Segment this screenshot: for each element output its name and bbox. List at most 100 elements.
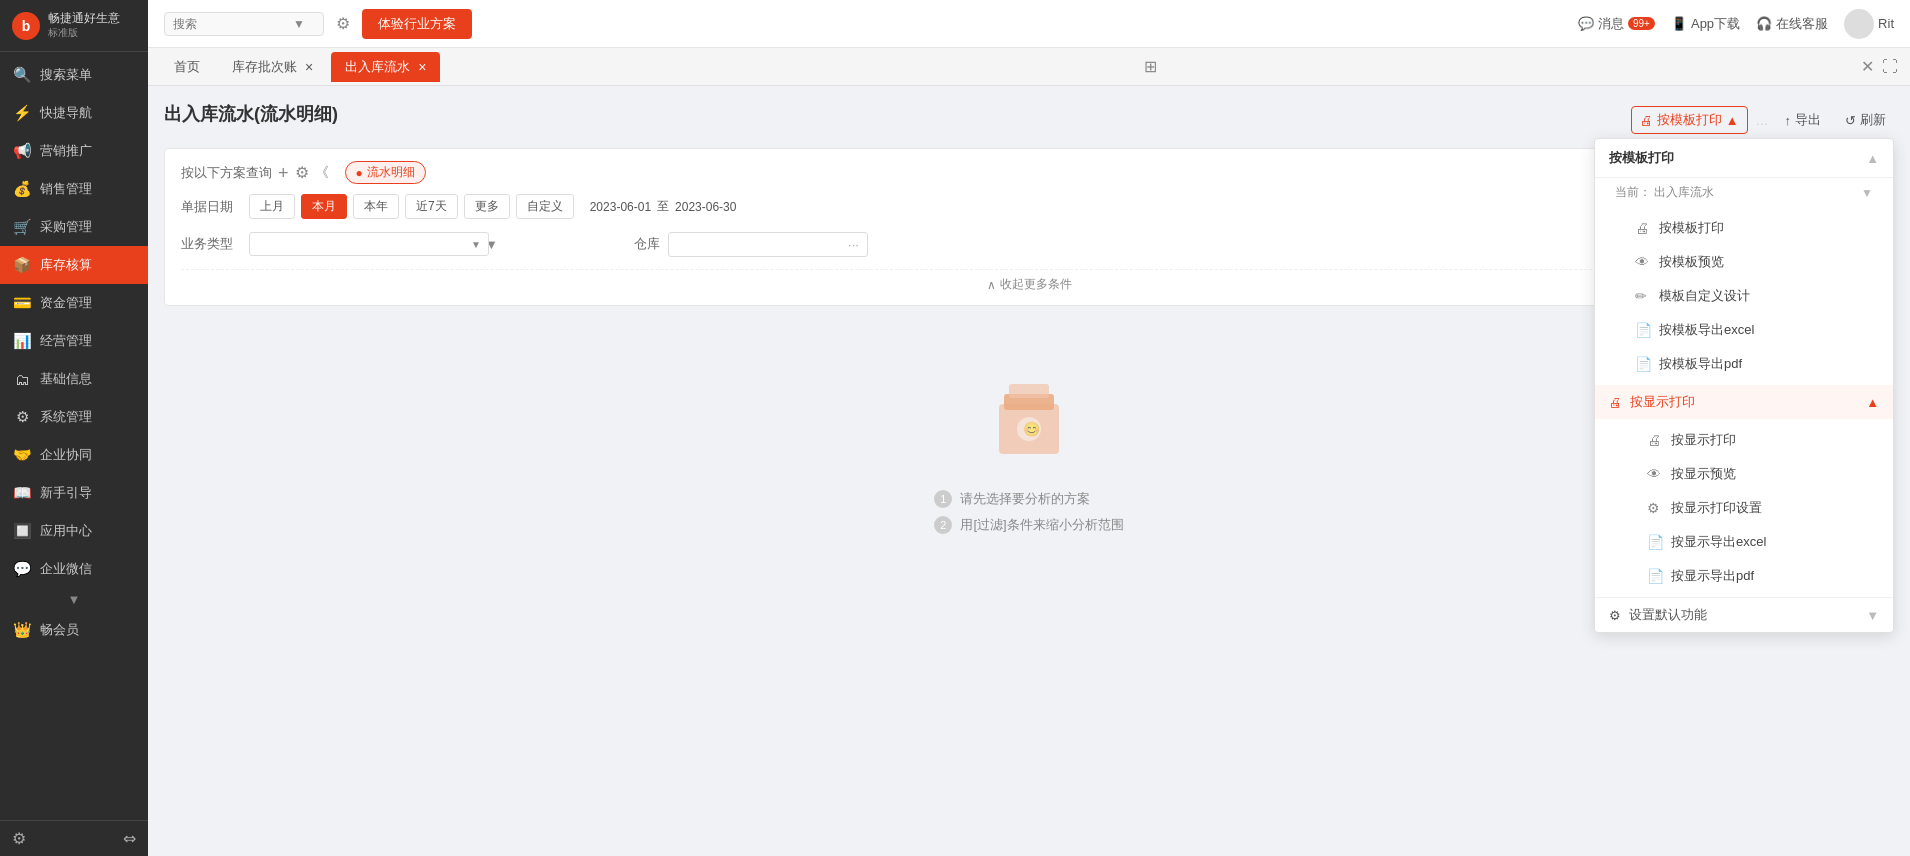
- biz-type-select[interactable]: [249, 232, 489, 256]
- sidebar-item-finance[interactable]: 💳 资金管理: [0, 284, 148, 322]
- finance-icon: 💳: [12, 294, 32, 312]
- filter-add-button[interactable]: +: [278, 164, 289, 182]
- dropdown-item-display-settings[interactable]: ⚙ 按显示打印设置: [1595, 491, 1893, 525]
- operation-icon: 📊: [12, 332, 32, 350]
- filter-setting-button[interactable]: ⚙: [295, 163, 309, 182]
- date-btn-custom[interactable]: 自定义: [516, 194, 574, 219]
- step-1-num: 1: [934, 490, 952, 508]
- sidebar-item-member[interactable]: 👑 畅会员: [0, 611, 148, 649]
- message-badge: 99+: [1628, 17, 1655, 30]
- current-dropdown-arrow[interactable]: ▼: [1861, 186, 1873, 200]
- warehouse-more-icon[interactable]: ···: [848, 237, 859, 252]
- topbar-left: ▼ ⚙ 体验行业方案: [164, 9, 472, 39]
- sidebar-item-quick-nav[interactable]: ⚡ 快捷导航: [0, 94, 148, 132]
- date-btn-this-year[interactable]: 本年: [353, 194, 399, 219]
- sidebar-item-inventory[interactable]: 📦 库存核算: [0, 246, 148, 284]
- print-template-button[interactable]: 🖨 按模板打印 ▲: [1631, 106, 1748, 134]
- date-btn-last-month[interactable]: 上月: [249, 194, 295, 219]
- message-item[interactable]: 💬 消息 99+: [1578, 15, 1655, 33]
- tab-batch-account[interactable]: 库存批次账 ×: [218, 52, 327, 82]
- sidebar-item-label: 库存核算: [40, 256, 92, 274]
- biz-type-label: 业务类型: [181, 235, 233, 253]
- dropdown-item-display-print[interactable]: 🖨 按显示打印: [1595, 423, 1893, 457]
- print-dropdown-arrow[interactable]: ▲: [1726, 113, 1739, 128]
- date-btn-more[interactable]: 更多: [464, 194, 510, 219]
- filter-tag-flow-detail[interactable]: ● 流水明细: [345, 161, 426, 184]
- search-input[interactable]: [173, 17, 293, 31]
- topbar-gear-icon[interactable]: ⚙: [336, 14, 350, 33]
- logo-icon: b: [12, 12, 40, 40]
- member-icon: 👑: [12, 621, 32, 639]
- solution-button[interactable]: 体验行业方案: [362, 9, 472, 39]
- toggle-sidebar-icon[interactable]: ⇔: [123, 829, 136, 848]
- tabbar-expand-icon[interactable]: ⊞: [1144, 57, 1157, 76]
- sidebar-logo: b 畅捷通好生意 标准版: [0, 0, 148, 52]
- tab-flow-close[interactable]: ×: [418, 59, 426, 75]
- template-excel-label: 按模板导出excel: [1659, 321, 1754, 339]
- sidebar-item-label: 搜索菜单: [40, 66, 92, 84]
- template-print-label: 按模板打印: [1659, 219, 1724, 237]
- dropdown-item-display-export-pdf[interactable]: 📄 按显示导出pdf: [1595, 559, 1893, 593]
- filter-scheme-label: 按以下方案查询: [181, 164, 272, 182]
- tab-batch-account-label: 库存批次账: [232, 58, 297, 76]
- online-service-item[interactable]: 🎧 在线客服: [1756, 15, 1828, 33]
- sidebar-item-enterprise[interactable]: 🤝 企业协同: [0, 436, 148, 474]
- display-preview-icon: 👁: [1647, 466, 1663, 482]
- template-pdf-icon: 📄: [1635, 356, 1651, 372]
- sidebar-item-guide[interactable]: 📖 新手引导: [0, 474, 148, 512]
- sidebar-item-system[interactable]: ⚙ 系统管理: [0, 398, 148, 436]
- sidebar-scroll-down[interactable]: ▼: [0, 588, 148, 611]
- dropdown-section-template: 🖨 按模板打印 👁 按模板预览 ✏ 模板自定义设计 📄 按模板导出excel 📄: [1595, 207, 1893, 385]
- date-to-value: 2023-06-30: [675, 200, 736, 214]
- avatar: [1844, 9, 1874, 39]
- dropdown-item-template-preview[interactable]: 👁 按模板预览: [1595, 245, 1893, 279]
- tab-expand-icon[interactable]: ⛶: [1882, 58, 1898, 76]
- app-download-item[interactable]: 📱 App下载: [1671, 15, 1740, 33]
- tab-close-all-icon[interactable]: ✕: [1861, 57, 1874, 76]
- date-btn-last-7-days[interactable]: 近7天: [405, 194, 458, 219]
- printer-icon: 🖨: [1640, 113, 1653, 128]
- group-collapse-arrow[interactable]: ▲: [1866, 395, 1879, 410]
- date-btn-this-month[interactable]: 本月: [301, 194, 347, 219]
- weixin-icon: 💬: [12, 560, 32, 578]
- search-dropdown-arrow[interactable]: ▼: [293, 17, 305, 31]
- display-settings-label: 按显示打印设置: [1671, 499, 1762, 517]
- sidebar-item-basic[interactable]: 🗂 基础信息: [0, 360, 148, 398]
- user-avatar-item[interactable]: Rit: [1844, 9, 1894, 39]
- tab-home[interactable]: 首页: [160, 52, 214, 82]
- date-input-range: 2023-06-01 至 2023-06-30: [590, 198, 737, 215]
- sidebar-item-app-center[interactable]: 🔲 应用中心: [0, 512, 148, 550]
- sidebar-item-label: 快捷导航: [40, 104, 92, 122]
- tab-flow[interactable]: 出入库流水 ×: [331, 52, 440, 82]
- template-excel-icon: 📄: [1635, 322, 1651, 338]
- tab-batch-account-close[interactable]: ×: [305, 59, 313, 75]
- dropdown-footer[interactable]: ⚙ 设置默认功能 ▼: [1595, 597, 1893, 632]
- dropdown-item-display-preview[interactable]: 👁 按显示预览: [1595, 457, 1893, 491]
- warehouse-input[interactable]: ···: [668, 232, 868, 257]
- refresh-button[interactable]: ↺ 刷新: [1837, 107, 1894, 133]
- sidebar-item-search[interactable]: 🔍 搜索菜单: [0, 56, 148, 94]
- dropdown-item-template-export-pdf[interactable]: 📄 按模板导出pdf: [1595, 347, 1893, 381]
- dropdown-collapse-arrow[interactable]: ▲: [1866, 151, 1879, 166]
- step-2-num: 2: [934, 516, 952, 534]
- toolbar-divider: …: [1756, 113, 1769, 128]
- dropdown-item-template-print[interactable]: 🖨 按模板打印: [1595, 211, 1893, 245]
- sidebar-item-operation[interactable]: 📊 经营管理: [0, 322, 148, 360]
- sidebar-item-sales[interactable]: 💰 销售管理: [0, 170, 148, 208]
- dropdown-item-display-export-excel[interactable]: 📄 按显示导出excel: [1595, 525, 1893, 559]
- app-name: 畅捷通好生意: [48, 11, 120, 27]
- print-template-label: 按模板打印: [1657, 111, 1722, 129]
- sidebar-item-purchase[interactable]: 🛒 采购管理: [0, 208, 148, 246]
- dropdown-item-template-design[interactable]: ✏ 模板自定义设计: [1595, 279, 1893, 313]
- online-service-label: 在线客服: [1776, 15, 1828, 33]
- empty-steps-list: 1 请先选择要分析的方案 2 用[过滤]条件来缩小分析范围: [934, 490, 1123, 542]
- sidebar-item-marketing[interactable]: 📢 营销推广: [0, 132, 148, 170]
- dropdown-item-template-export-excel[interactable]: 📄 按模板导出excel: [1595, 313, 1893, 347]
- settings-bottom-icon[interactable]: ⚙: [12, 829, 26, 848]
- dropdown-group-display[interactable]: 🖨 按显示打印 ▲: [1595, 385, 1893, 419]
- quick-nav-icon: ⚡: [12, 104, 32, 122]
- filter-collapse-button[interactable]: 《: [315, 164, 329, 182]
- search-box[interactable]: ▼: [164, 12, 324, 36]
- export-button[interactable]: ↑ 导出: [1777, 107, 1830, 133]
- sidebar-item-weixin[interactable]: 💬 企业微信: [0, 550, 148, 588]
